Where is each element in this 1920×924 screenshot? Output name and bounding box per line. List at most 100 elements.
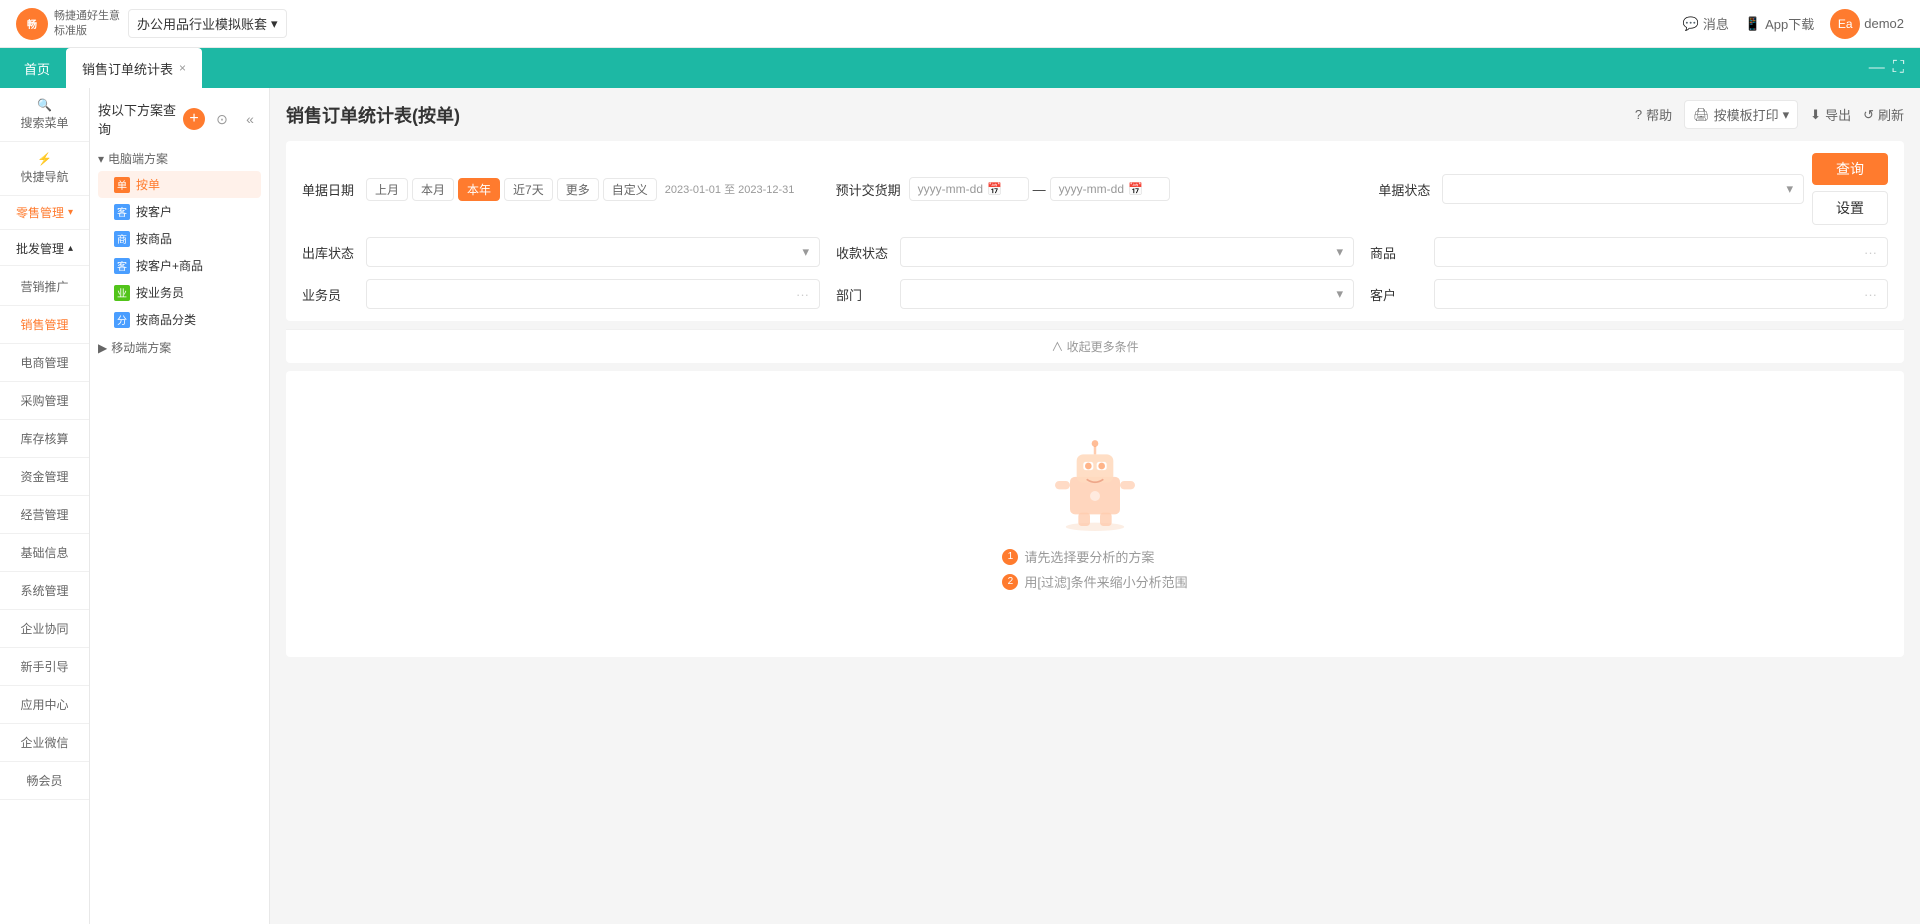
expected-delivery-label: 预计交货期 [836,180,901,199]
scheme-icon-1: 客 [114,204,130,220]
sidebar-item-wechat[interactable]: 企业微信 [0,724,89,762]
desktop-scheme-group: ▾ 电脑端方案 单 按单 客 按客户 商 按商品 客 按客户+商品 [90,146,269,333]
calendar-icon-start: 📅 [987,182,1002,196]
print-icon: 🖨 [1693,107,1710,123]
receipt-status-select[interactable]: ▾ [900,237,1354,267]
refresh-icon: ↺ [1863,107,1874,123]
salesman-input[interactable]: ··· [366,279,820,309]
status-select[interactable]: ▾ [1442,174,1804,204]
chevron-down-dept: ▾ [1336,286,1343,302]
dept-cell: 部门 ▾ [836,279,1354,309]
collapse-panel-button[interactable]: « [239,108,261,130]
query-btn-group: 查询 设置 [1812,153,1888,225]
setting-button[interactable]: 设置 [1812,191,1888,225]
sidebar-item-basic[interactable]: 基础信息 [0,534,89,572]
help-button[interactable]: ? 帮助 [1635,105,1672,124]
sidebar-item-marketing[interactable]: 营销推广 [0,268,89,306]
search-icon: 🔍 [37,98,52,112]
tab-close-icon[interactable]: × [179,61,186,75]
edit-icon: ⊙ [216,111,228,128]
sidebar-item-biz[interactable]: 经营管理 [0,496,89,534]
expected-date-start[interactable]: yyyy-mm-dd 📅 [909,177,1029,201]
sidebar-item-newuser[interactable]: 新手引导 [0,648,89,686]
goods-input[interactable]: ··· [1434,237,1888,267]
collapse-bar[interactable]: ∧ 收起更多条件 [286,329,1904,363]
logo-area: 畅 畅捷通好生意 标准版 [16,8,120,40]
scheme-icon-3: 客 [114,258,130,274]
scheme-label-4: 按业务员 [136,284,184,301]
tab-sales-order[interactable]: 销售订单统计表 × [66,48,202,88]
scheme-label-5: 按商品分类 [136,311,196,328]
scheme-item-4[interactable]: 业 按业务员 [98,279,261,306]
filter-row-1: 单据日期 上月 本月 本年 近7天 更多 自定义 2023-01-01 至 20… [302,153,1888,225]
sidebar-item-purchase[interactable]: 采购管理 [0,382,89,420]
goods-label: 商品 [1370,243,1426,262]
this-year-btn[interactable]: 本年 [458,178,500,201]
sidebar-item-search[interactable]: 🔍 搜索菜单 [0,88,89,142]
main-layout: 🔍 搜索菜单 ⚡ 快捷导航 零售管理 ▾ 批发管理 ▴ 营销推广 销售管理 电商… [0,88,1920,924]
scheme-item-0[interactable]: 单 按单 [98,171,261,198]
app-download-button[interactable]: 📱 App下载 [1745,14,1814,33]
last-month-btn[interactable]: 上月 [366,178,408,201]
scheme-item-1[interactable]: 客 按客户 [98,198,261,225]
user-menu[interactable]: Ea demo2 [1830,9,1904,39]
out-status-select[interactable]: ▾ [366,237,820,267]
main-content: 销售订单统计表(按单) ? 帮助 🖨 按模板打印 ▾ ⬇ 导出 [270,88,1920,924]
sidebar-item-appcenter[interactable]: 应用中心 [0,686,89,724]
expected-date-end[interactable]: yyyy-mm-dd 📅 [1050,177,1170,201]
export-button[interactable]: ⬇ 导出 [1810,105,1851,124]
dept-select[interactable]: ▾ [900,279,1354,309]
minimize-icon[interactable]: — [1869,59,1885,77]
this-month-btn[interactable]: 本月 [412,178,454,201]
sidebar-item-enterprise[interactable]: 企业协同 [0,610,89,648]
maximize-icon[interactable]: ⛶ [1893,59,1904,77]
sidebar-item-ecommerce[interactable]: 电商管理 [0,344,89,382]
sidebar-item-inventory[interactable]: 库存核算 [0,420,89,458]
scheme-group-header-desktop[interactable]: ▾ 电脑端方案 [98,146,261,171]
edit-scheme-button[interactable]: ⊙ [211,108,233,130]
scheme-item-3[interactable]: 客 按客户+商品 [98,252,261,279]
sidebar-item-member[interactable]: 畅会员 [0,762,89,800]
scheme-item-5[interactable]: 分 按商品分类 [98,306,261,333]
sidebar-item-wholesale[interactable]: 批发管理 ▴ [0,232,89,261]
receipt-status-label: 收款状态 [836,243,892,262]
status-label: 单据状态 [1378,180,1434,199]
customer-input[interactable]: ··· [1434,279,1888,309]
chevron-down-status: ▾ [1786,181,1793,197]
expand-icon: ▾ [68,207,73,218]
out-status-cell: 出库状态 ▾ [302,237,820,267]
filter-card: 单据日期 上月 本月 本年 近7天 更多 自定义 2023-01-01 至 20… [286,141,1904,321]
empty-illustration [1045,431,1145,531]
tip-num-1: 1 [1002,549,1018,565]
sidebar-item-system[interactable]: 系统管理 [0,572,89,610]
status-select-area: ▾ 查询 设置 [1442,153,1888,225]
query-button[interactable]: 查询 [1812,153,1888,185]
refresh-button[interactable]: ↺ 刷新 [1863,105,1904,124]
scheme-label-0: 按单 [136,176,160,193]
sidebar: 🔍 搜索菜单 ⚡ 快捷导航 零售管理 ▾ 批发管理 ▴ 营销推广 销售管理 电商… [0,88,90,924]
empty-state: 1 请先选择要分析的方案 2 用[过滤]条件来缩小分析范围 [286,371,1904,657]
more-date-btn[interactable]: 更多 [557,178,599,201]
tab-home[interactable]: 首页 [8,48,66,88]
custom-date-btn[interactable]: 自定义 [603,178,657,201]
sidebar-item-retail[interactable]: 零售管理 ▾ [0,196,89,225]
scheme-item-2[interactable]: 商 按商品 [98,225,261,252]
sidebar-item-fund[interactable]: 资金管理 [0,458,89,496]
salesman-ellipsis: ··· [796,287,809,302]
sidebar-item-sales[interactable]: 销售管理 [0,306,89,344]
mobile-scheme-group-header[interactable]: ▶ 移动端方案 [90,333,269,360]
content-area: 按以下方案查询 + ⊙ « ▾ 电脑端方案 单 [90,88,1920,924]
print-button[interactable]: 🖨 按模板打印 ▾ [1684,100,1798,129]
sidebar-item-quicknav[interactable]: ⚡ 快捷导航 [0,142,89,196]
calendar-icon-end: 📅 [1128,182,1143,196]
top-bar-left: 畅 畅捷通好生意 标准版 办公用品行业模拟账套 ▾ [16,8,287,40]
industry-selector[interactable]: 办公用品行业模拟账套 ▾ [128,9,287,38]
last7days-btn[interactable]: 近7天 [504,178,553,201]
salesman-cell: 业务员 ··· [302,279,820,309]
message-button[interactable]: 💬 消息 [1683,14,1729,33]
tab-bar: 首页 销售订单统计表 × — ⛶ [0,48,1920,88]
top-bar-right: 💬 消息 📱 App下载 Ea demo2 [1683,9,1904,39]
add-scheme-button[interactable]: + [183,108,205,130]
chevron-right-icon-mobile: ▶ [98,341,107,355]
goods-ellipsis: ··· [1864,245,1877,260]
